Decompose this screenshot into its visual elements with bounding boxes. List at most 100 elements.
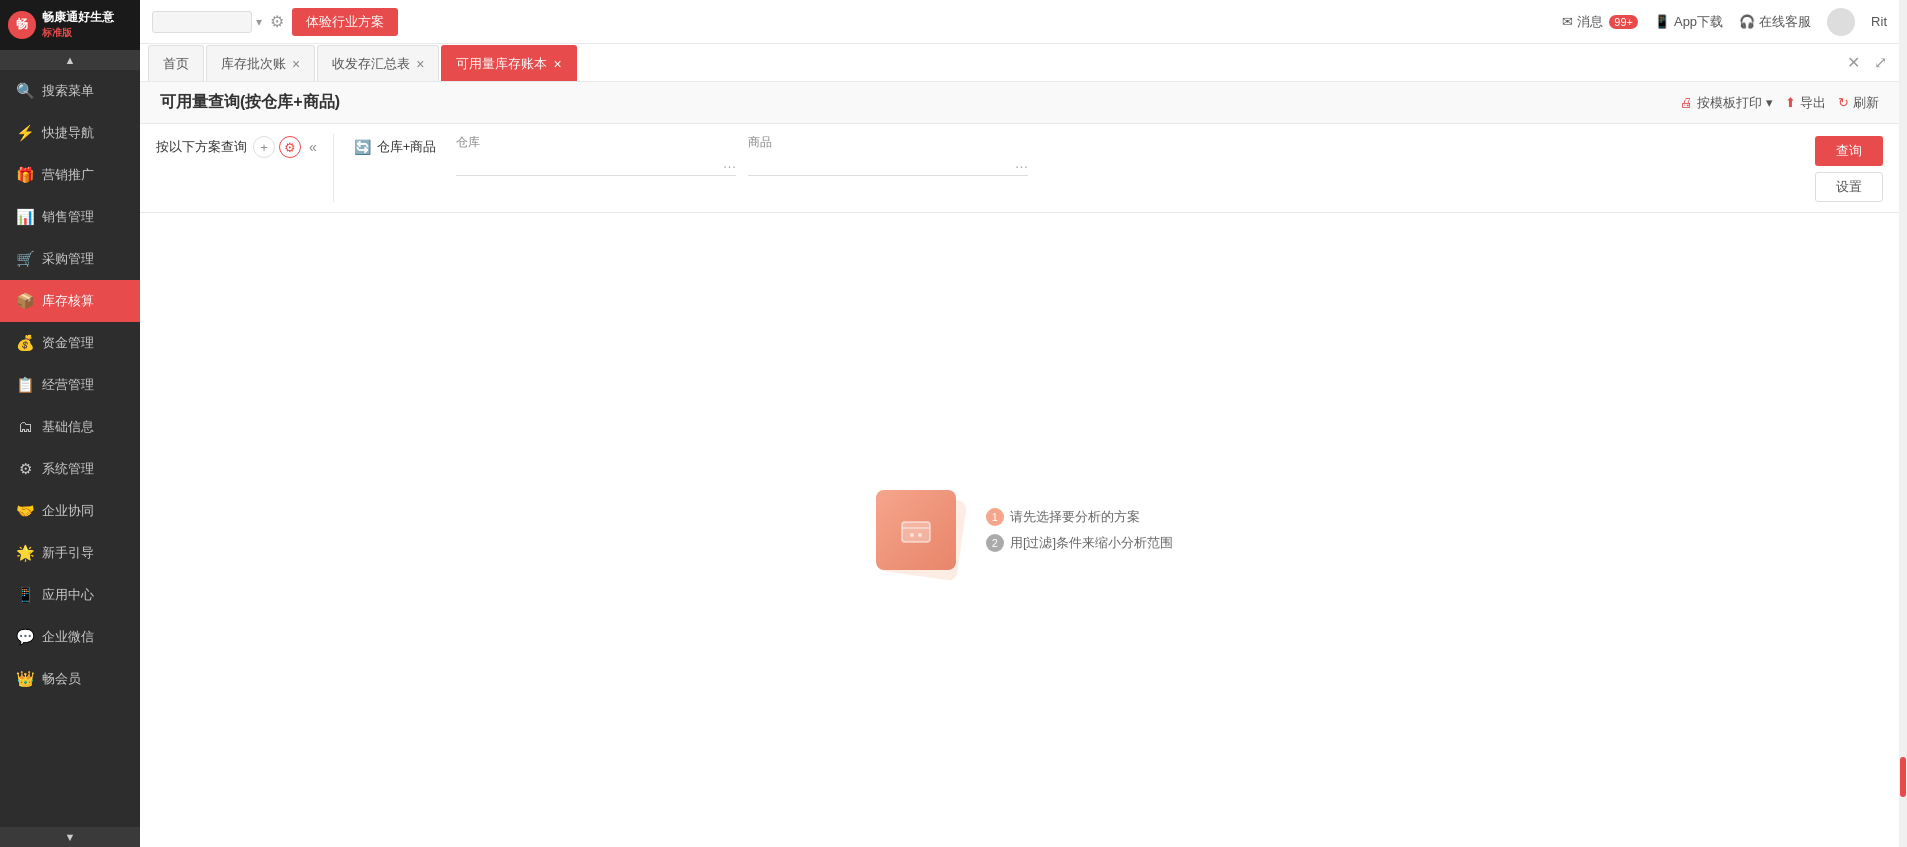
sales-icon: 📊: [16, 208, 34, 226]
add-scheme-btn[interactable]: +: [253, 136, 275, 158]
print-chevron-icon: ▾: [1766, 95, 1773, 110]
manage-scheme-btn[interactable]: ⚙: [279, 136, 301, 158]
sidebar-item-finance[interactable]: 💰 资金管理: [0, 322, 140, 364]
user-avatar: [1827, 8, 1855, 36]
sidebar-item-system[interactable]: ⚙ 系统管理: [0, 448, 140, 490]
sidebar-item-label-shortcut: 快捷导航: [42, 124, 94, 142]
sidebar-item-label-search: 搜索菜单: [42, 82, 94, 100]
trial-btn[interactable]: 体验行业方案: [292, 8, 398, 36]
topbar-gear-icon[interactable]: ⚙: [270, 12, 284, 31]
right-scrollbar: [1899, 0, 1907, 847]
sidebar-item-marketing[interactable]: 🎁 营销推广: [0, 154, 140, 196]
page-header-actions: 🖨 按模板打印 ▾ ⬆ 导出 ↻ 刷新: [1680, 94, 1879, 112]
scroll-up-arrow[interactable]: ▲: [0, 50, 140, 70]
warehouse-field-label: 仓库: [456, 134, 736, 151]
scheme-warehouse-product[interactable]: 🔄 仓库+商品: [346, 134, 445, 160]
page-header: 可用量查询(按仓库+商品) 🖨 按模板打印 ▾ ⬆ 导出 ↻ 刷新: [140, 82, 1899, 124]
warehouse-input[interactable]: [456, 156, 718, 171]
online-service-item[interactable]: 🎧 在线客服: [1739, 13, 1811, 31]
warehouse-more-icon[interactable]: …: [722, 155, 736, 171]
filter-scheme-actions: + ⚙ «: [253, 136, 321, 158]
product-more-icon[interactable]: …: [1014, 155, 1028, 171]
product-field: 商品 …: [748, 134, 1028, 176]
filter-scheme-label: 按以下方案查询: [156, 138, 247, 156]
tab-available-ledger[interactable]: 可用量库存账本 ×: [441, 45, 576, 81]
sidebar-item-label-member: 畅会员: [42, 670, 81, 688]
inventory-icon: 📦: [16, 292, 34, 310]
sidebar-item-search[interactable]: 🔍 搜索菜单: [0, 70, 140, 112]
tab-close-all-icon[interactable]: ✕: [1843, 49, 1864, 76]
tip2-text: 用[过滤]条件来缩小分析范围: [1010, 534, 1173, 552]
filter-fields: 仓库 … 商品 …: [456, 134, 1803, 176]
refresh-label: 刷新: [1853, 94, 1879, 112]
sidebar-item-purchase[interactable]: 🛒 采购管理: [0, 238, 140, 280]
guide-icon: 🌟: [16, 544, 34, 562]
finance-icon: 💰: [16, 334, 34, 352]
topbar-search-input[interactable]: [152, 11, 252, 33]
sidebar-item-inventory[interactable]: 📦 库存核算: [0, 280, 140, 322]
collapse-scheme-btn[interactable]: «: [305, 139, 321, 155]
tab-batch-ledger-close[interactable]: ×: [292, 56, 300, 72]
basic-icon: 🗂: [16, 418, 34, 435]
app-download-item[interactable]: 📱 App下载: [1654, 13, 1723, 31]
print-btn[interactable]: 🖨 按模板打印 ▾: [1680, 94, 1773, 112]
topbar-chevron-icon[interactable]: ▾: [256, 15, 262, 29]
tip2-num: 2: [986, 534, 1004, 552]
tab-available-ledger-label: 可用量库存账本: [456, 55, 547, 73]
tab-home[interactable]: 首页: [148, 45, 204, 81]
sidebar-item-operations[interactable]: 📋 经营管理: [0, 364, 140, 406]
brand-name: 畅康通好生意: [42, 10, 114, 26]
sidebar-item-basic[interactable]: 🗂 基础信息: [0, 406, 140, 448]
tab-available-ledger-close[interactable]: ×: [553, 56, 561, 72]
message-icon: ✉: [1562, 14, 1573, 29]
tabs-bar: 首页 库存批次账 × 收发存汇总表 × 可用量库存账本 × ✕ ⤢: [140, 44, 1899, 82]
empty-texts: 1 请先选择要分析的方案 2 用[过滤]条件来缩小分析范围: [986, 508, 1173, 552]
tip1-text: 请先选择要分析的方案: [1010, 508, 1140, 526]
refresh-icon: ↻: [1838, 95, 1849, 110]
scrollbar-handle[interactable]: [1900, 757, 1906, 797]
sidebar-item-wechat[interactable]: 💬 企业微信: [0, 616, 140, 658]
empty-illustration: [866, 480, 966, 580]
message-icon-item[interactable]: ✉ 消息 99+: [1562, 13, 1638, 31]
tab-home-label: 首页: [163, 55, 189, 73]
tab-receive-summary[interactable]: 收发存汇总表 ×: [317, 45, 439, 81]
tab-maximize-icon[interactable]: ⤢: [1870, 49, 1891, 76]
scroll-down-arrow[interactable]: ▼: [0, 827, 140, 847]
empty-box-svg: [898, 512, 934, 548]
page-title: 可用量查询(按仓库+商品): [160, 92, 340, 113]
purchase-icon: 🛒: [16, 250, 34, 268]
svg-point-2: [910, 533, 914, 537]
sidebar-item-enterprise[interactable]: 🤝 企业协同: [0, 490, 140, 532]
scheme-list: 🔄 仓库+商品: [346, 134, 445, 160]
tab-batch-ledger-label: 库存批次账: [221, 55, 286, 73]
refresh-btn[interactable]: ↻ 刷新: [1838, 94, 1879, 112]
empty-tip-2: 2 用[过滤]条件来缩小分析范围: [986, 534, 1173, 552]
content-area: 可用量查询(按仓库+商品) 🖨 按模板打印 ▾ ⬆ 导出 ↻ 刷新: [140, 82, 1899, 847]
brand-version: 标准版: [42, 26, 114, 40]
sidebar-item-member[interactable]: 👑 畅会员: [0, 658, 140, 700]
scheme-item-label: 仓库+商品: [377, 138, 437, 156]
query-button[interactable]: 查询: [1815, 136, 1883, 166]
brand-info: 畅康通好生意 标准版: [42, 10, 114, 40]
app-center-icon: 📱: [16, 586, 34, 604]
sidebar-item-label-purchase: 采购管理: [42, 250, 94, 268]
settings-button[interactable]: 设置: [1815, 172, 1883, 202]
sidebar-item-app-center[interactable]: 📱 应用中心: [0, 574, 140, 616]
sidebar-item-label-finance: 资金管理: [42, 334, 94, 352]
product-input[interactable]: [748, 156, 1010, 171]
enterprise-icon: 🤝: [16, 502, 34, 520]
sidebar-item-sales[interactable]: 📊 销售管理: [0, 196, 140, 238]
tab-receive-summary-close[interactable]: ×: [416, 56, 424, 72]
tab-batch-ledger[interactable]: 库存批次账 ×: [206, 45, 315, 81]
topbar-search-area: ▾: [152, 11, 262, 33]
marketing-icon: 🎁: [16, 166, 34, 184]
warehouse-field: 仓库 …: [456, 134, 736, 176]
export-btn[interactable]: ⬆ 导出: [1785, 94, 1826, 112]
sidebar-item-guide[interactable]: 🌟 新手引导: [0, 532, 140, 574]
sidebar-item-label-sales: 销售管理: [42, 208, 94, 226]
svg-point-3: [918, 533, 922, 537]
empty-tip-1: 1 请先选择要分析的方案: [986, 508, 1173, 526]
username-label[interactable]: Rit: [1871, 14, 1887, 29]
print-icon: 🖨: [1680, 95, 1693, 110]
sidebar-item-shortcut[interactable]: ⚡ 快捷导航: [0, 112, 140, 154]
